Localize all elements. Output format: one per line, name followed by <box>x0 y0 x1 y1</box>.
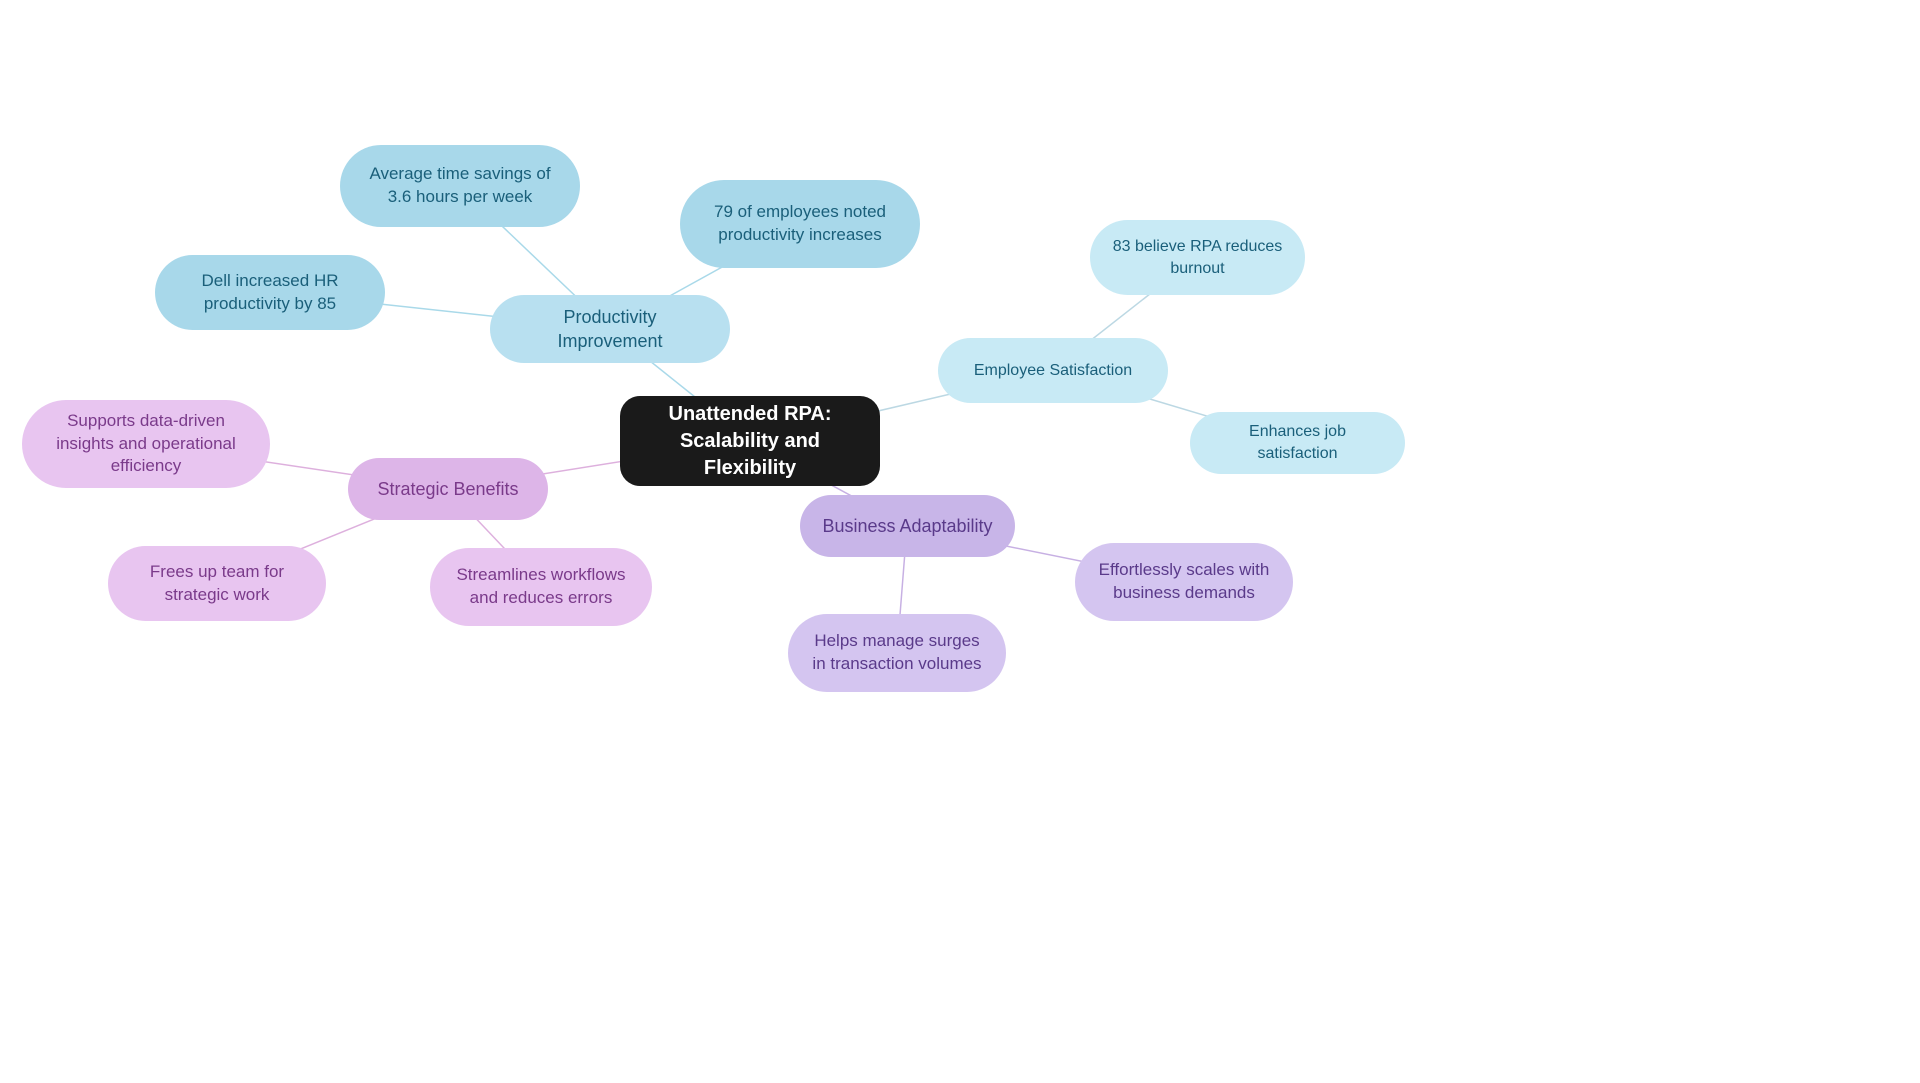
effortlessly-scales-node: Effortlessly scales with business demand… <box>1075 543 1293 621</box>
center-node: Unattended RPA: Scalability and Flexibil… <box>620 396 880 486</box>
reduces-burnout-label: 83 believe RPA reduces burnout <box>1112 236 1283 279</box>
employees-productivity-label: 79 of employees noted productivity incre… <box>702 201 898 247</box>
manage-surges-label: Helps manage surges in transaction volum… <box>810 630 984 676</box>
center-label: Unattended RPA: Scalability and Flexibil… <box>642 401 858 482</box>
data-driven-label: Supports data-driven insights and operat… <box>44 410 248 479</box>
employee-satisfaction-node: Employee Satisfaction <box>938 338 1168 403</box>
data-driven-node: Supports data-driven insights and operat… <box>22 400 270 488</box>
enhances-job-node: Enhances job satisfaction <box>1190 412 1405 474</box>
dell-hr-node: Dell increased HR productivity by 85 <box>155 255 385 330</box>
employees-productivity-node: 79 of employees noted productivity incre… <box>680 180 920 268</box>
avg-time-savings-node: Average time savings of 3.6 hours per we… <box>340 145 580 227</box>
reduces-burnout-node: 83 believe RPA reduces burnout <box>1090 220 1305 295</box>
business-adaptability-label: Business Adaptability <box>822 514 992 538</box>
business-adaptability-node: Business Adaptability <box>800 495 1015 557</box>
employee-satisfaction-label: Employee Satisfaction <box>974 360 1132 382</box>
productivity-improvement-node: Productivity Improvement <box>490 295 730 363</box>
frees-team-label: Frees up team for strategic work <box>130 561 304 607</box>
streamlines-label: Streamlines workflows and reduces errors <box>452 564 630 610</box>
avg-time-savings-label: Average time savings of 3.6 hours per we… <box>362 163 558 209</box>
productivity-improvement-label: Productivity Improvement <box>512 305 708 354</box>
enhances-job-label: Enhances job satisfaction <box>1212 421 1383 464</box>
strategic-benefits-node: Strategic Benefits <box>348 458 548 520</box>
strategic-benefits-label: Strategic Benefits <box>377 477 518 501</box>
effortlessly-scales-label: Effortlessly scales with business demand… <box>1097 559 1271 605</box>
dell-hr-label: Dell increased HR productivity by 85 <box>177 270 363 316</box>
manage-surges-node: Helps manage surges in transaction volum… <box>788 614 1006 692</box>
streamlines-node: Streamlines workflows and reduces errors <box>430 548 652 626</box>
frees-team-node: Frees up team for strategic work <box>108 546 326 621</box>
